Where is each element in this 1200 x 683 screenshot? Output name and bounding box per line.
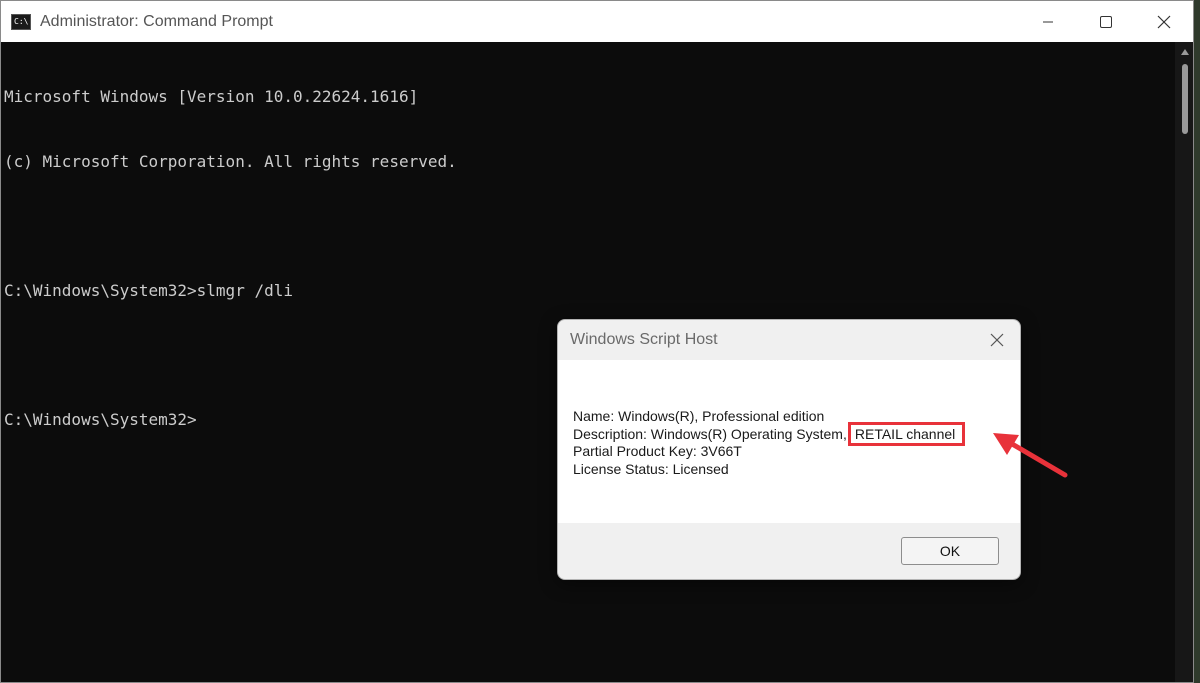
console-line: Microsoft Windows [Version 10.0.22624.16… xyxy=(4,87,419,106)
console-line: (c) Microsoft Corporation. All rights re… xyxy=(4,151,457,171)
scroll-up-arrow[interactable] xyxy=(1175,44,1193,60)
dialog-title: Windows Script Host xyxy=(570,331,718,348)
minimize-button[interactable] xyxy=(1019,1,1077,42)
vertical-scrollbar[interactable] xyxy=(1175,42,1193,682)
maximize-icon xyxy=(1100,15,1112,28)
license-status-line: License Status: Licensed xyxy=(573,460,729,477)
close-icon xyxy=(1157,15,1171,28)
cmd-icon: C:\. xyxy=(11,14,31,30)
minimize-icon xyxy=(1043,21,1053,22)
dialog-close-button[interactable] xyxy=(982,326,1012,354)
console-line: C:\Windows\System32>slmgr /dli xyxy=(4,280,293,300)
scroll-thumb[interactable] xyxy=(1182,64,1188,134)
windows-script-host-dialog: Windows Script Host Name: Windows(R), Pr… xyxy=(557,319,1021,580)
window-title: Administrator: Command Prompt xyxy=(40,13,273,30)
license-info: Name: Windows(R), Professional edition D… xyxy=(573,408,966,478)
retail-channel-highlight: RETAIL channel xyxy=(847,421,966,446)
arrow-icon xyxy=(993,433,1068,478)
name-line: Name: Windows(R), Professional edition xyxy=(573,408,825,424)
description-prefix: Description: Windows(R) Operating System… xyxy=(573,425,847,442)
chevron-up-icon xyxy=(1181,49,1189,55)
product-key-line: Partial Product Key: 3V66T xyxy=(573,443,742,459)
dialog-body: Name: Windows(R), Professional edition D… xyxy=(558,360,1020,523)
ok-button[interactable]: OK xyxy=(901,537,999,565)
close-icon xyxy=(990,333,1004,347)
title-bar[interactable]: C:\. Administrator: Command Prompt xyxy=(1,1,1193,42)
close-button[interactable] xyxy=(1135,1,1193,42)
description-line: Description: Windows(R) Operating System… xyxy=(573,421,966,446)
maximize-button[interactable] xyxy=(1077,1,1135,42)
